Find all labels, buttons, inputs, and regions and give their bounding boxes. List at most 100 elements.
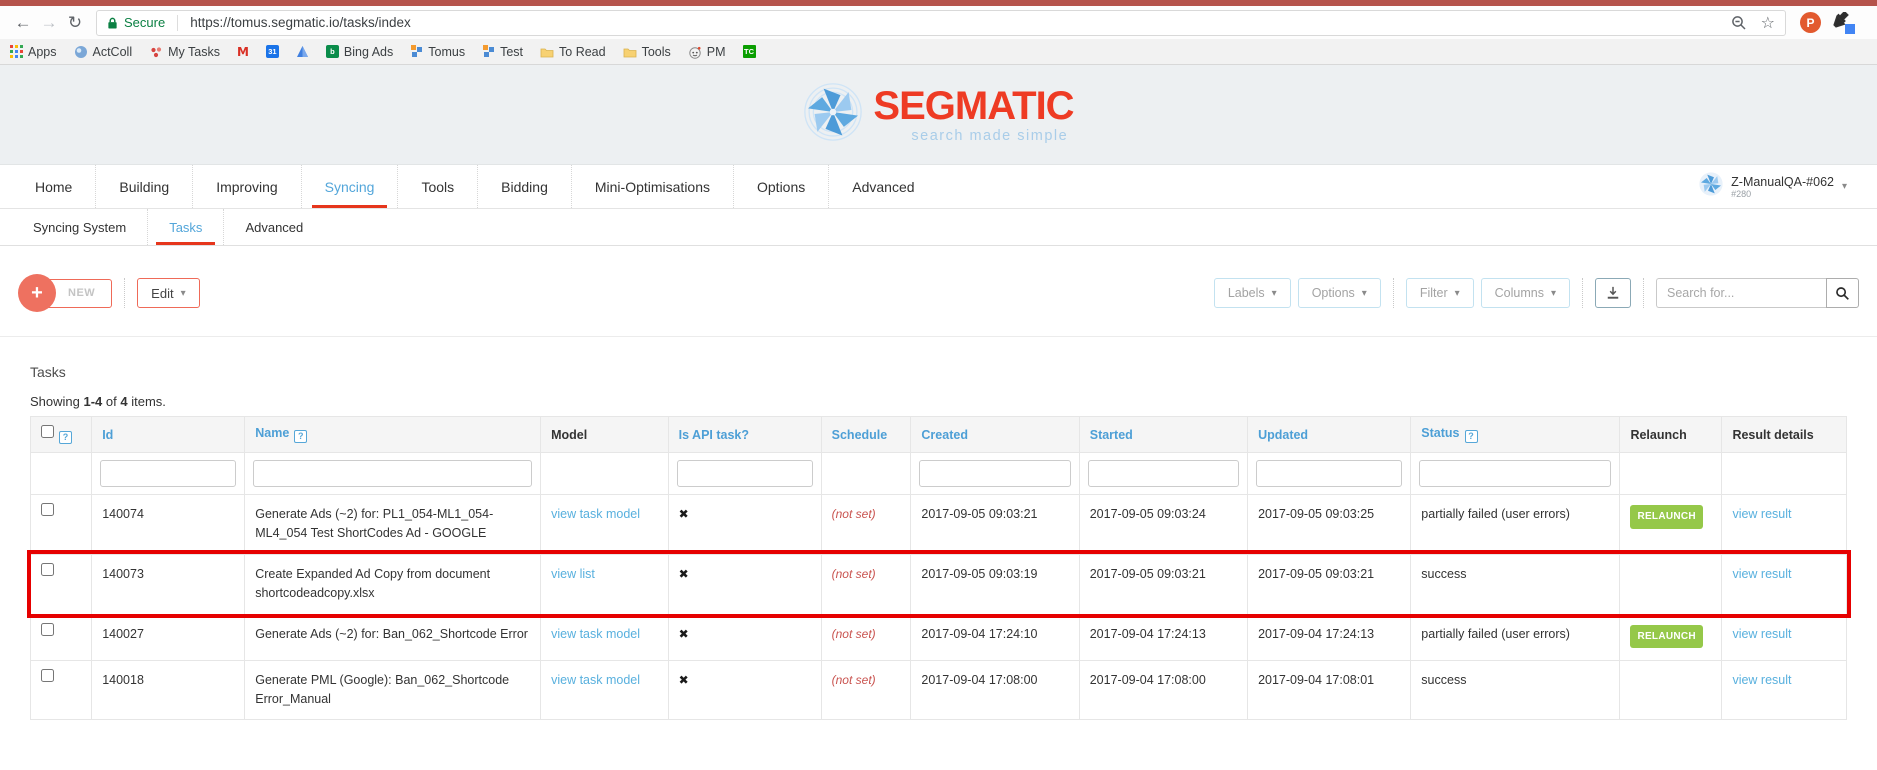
bookmark-item[interactable] [296,45,309,58]
bookmarks-bar: Apps ActColl My Tasks M 31 b Bing Ads Tomus Test… [0,39,1877,65]
extension-p-icon[interactable]: P [1800,12,1821,33]
subtab-advanced[interactable]: Advanced [223,209,324,245]
filter-input-started[interactable] [1087,460,1240,487]
sub-nav: Syncing System Tasks Advanced [0,209,1877,246]
bookmark-item-pm[interactable]: PM [688,45,726,59]
subtab-syncing-system[interactable]: Syncing System [12,209,147,245]
view-result-link[interactable]: view result [1732,507,1791,521]
tab-options[interactable]: Options [733,165,828,208]
sort-link[interactable]: Schedule [832,428,888,442]
filter-input-name[interactable] [253,460,533,487]
relaunch-button[interactable]: RELAUNCH [1630,624,1703,648]
search-button[interactable] [1826,278,1859,308]
reload-icon[interactable]: ↻ [62,10,88,36]
bookmark-item-to-read[interactable]: To Read [540,45,606,59]
bookmark-item-apps[interactable]: Apps [10,45,57,59]
status-text: success [1421,566,1467,581]
user-id: #280 [1731,188,1752,199]
tab-building[interactable]: Building [95,165,192,208]
row-checkbox[interactable] [41,622,54,636]
filter-input-status[interactable] [1419,460,1612,487]
model-link[interactable]: view task model [551,627,640,641]
download-button[interactable] [1595,278,1631,308]
tab-advanced[interactable]: Advanced [828,165,937,208]
cell-result: view result [1721,494,1847,555]
bookmark-item-my-tasks[interactable]: My Tasks [149,45,220,59]
view-result-link[interactable]: view result [1732,673,1791,687]
search-group [1656,278,1859,308]
filter-cell-status [1410,452,1621,495]
table-header-row: ? Id Name? Model Is API task? Schedule Created… [29,416,1847,453]
filter-input-id[interactable] [100,460,237,487]
columns-dropdown-button[interactable]: Columns ▾ [1480,278,1570,308]
tab-tools[interactable]: Tools [397,165,477,208]
help-icon[interactable]: ? [294,430,308,443]
column-header-model: Model [540,416,669,453]
labels-dropdown-button[interactable]: Labels ▾ [1213,278,1291,308]
summary-range: 1-4 [83,394,103,409]
tab-syncing[interactable]: Syncing [300,165,398,208]
user-menu[interactable]: Z-ManualQA-#062 #280 ▾ [1699,165,1847,208]
sort-link[interactable]: Id [102,428,113,442]
bookmark-star-icon[interactable]: ☆ [1761,13,1775,33]
bookmark-item[interactable]: TC [742,45,756,58]
bookmark-item[interactable]: M [237,45,249,59]
sort-link[interactable]: Created [921,428,968,442]
tab-mini-optimisations[interactable]: Mini-Optimisations [570,165,733,208]
filter-dropdown-button[interactable]: Filter ▾ [1405,278,1474,308]
row-checkbox[interactable] [41,562,54,576]
sort-link[interactable]: Started [1090,428,1133,442]
view-result-link[interactable]: view result [1732,627,1791,641]
relaunch-button[interactable]: RELAUNCH [1630,505,1703,529]
subtab-label: Syncing System [33,219,127,235]
bookmark-item-tools[interactable]: Tools [623,45,671,59]
tab-label: Bidding [501,178,548,195]
new-plus-icon[interactable]: + [18,274,56,312]
cell-api: ✖ [667,659,822,721]
help-icon[interactable]: ? [59,431,72,444]
back-icon[interactable]: ← [10,10,36,36]
address-bar[interactable]: Secure https://tomus.segmatic.io/tasks/i… [96,9,1786,36]
row-checkbox[interactable] [41,668,54,682]
forward-icon[interactable]: → [36,10,62,36]
column-header-result: Result details [1721,416,1847,453]
sort-link[interactable]: Name [255,426,289,440]
column-header-name: Name? [244,416,542,453]
select-all-checkbox[interactable] [41,425,54,438]
bookmark-item-actcoll[interactable]: ActColl [74,45,132,59]
tab-improving[interactable]: Improving [192,165,300,208]
search-input[interactable] [1656,278,1826,308]
reddit-icon [688,45,702,59]
model-link[interactable]: view list [551,567,595,581]
subtab-tasks[interactable]: Tasks [147,209,223,245]
row-checkbox[interactable] [41,503,54,516]
color-picker-extension-icon[interactable] [1833,10,1855,34]
label-options-group: Labels ▾ Options ▾ [1213,278,1381,308]
sort-link[interactable]: Status [1421,426,1459,440]
model-link[interactable]: view task model [551,507,640,521]
filter-input-api[interactable] [676,460,813,487]
tab-home[interactable]: Home [12,165,95,208]
zoom-out-icon[interactable] [1731,15,1747,31]
bookmark-item-tomus[interactable]: Tomus [410,45,465,59]
filter-input-updated[interactable] [1256,460,1403,487]
edit-dropdown-button[interactable]: Edit ▾ [137,278,200,308]
filter-input-created[interactable] [919,460,1071,487]
model-link[interactable]: view task model [551,673,640,687]
bookmark-item-test[interactable]: Test [482,45,523,59]
lock-icon [107,16,118,30]
button-label: Options [1311,286,1355,300]
cell-started: 2017-09-04 17:24:13 [1078,613,1249,661]
main-nav: Home Building Improving Syncing Tools Bidding… [0,165,1877,209]
bookmark-item-bing-ads[interactable]: b Bing Ads [325,45,393,59]
folder-icon [623,46,637,58]
sort-link[interactable]: Updated [1258,428,1308,442]
sort-link[interactable]: Is API task? [679,428,749,442]
tab-bidding[interactable]: Bidding [477,165,571,208]
page-title: Tasks [30,364,66,380]
bookmark-item[interactable]: 31 [265,45,279,58]
options-dropdown-button[interactable]: Options ▾ [1297,278,1381,308]
task-id: 140074 [102,507,144,521]
view-result-link[interactable]: view result [1732,567,1791,581]
help-icon[interactable]: ? [1464,430,1478,443]
